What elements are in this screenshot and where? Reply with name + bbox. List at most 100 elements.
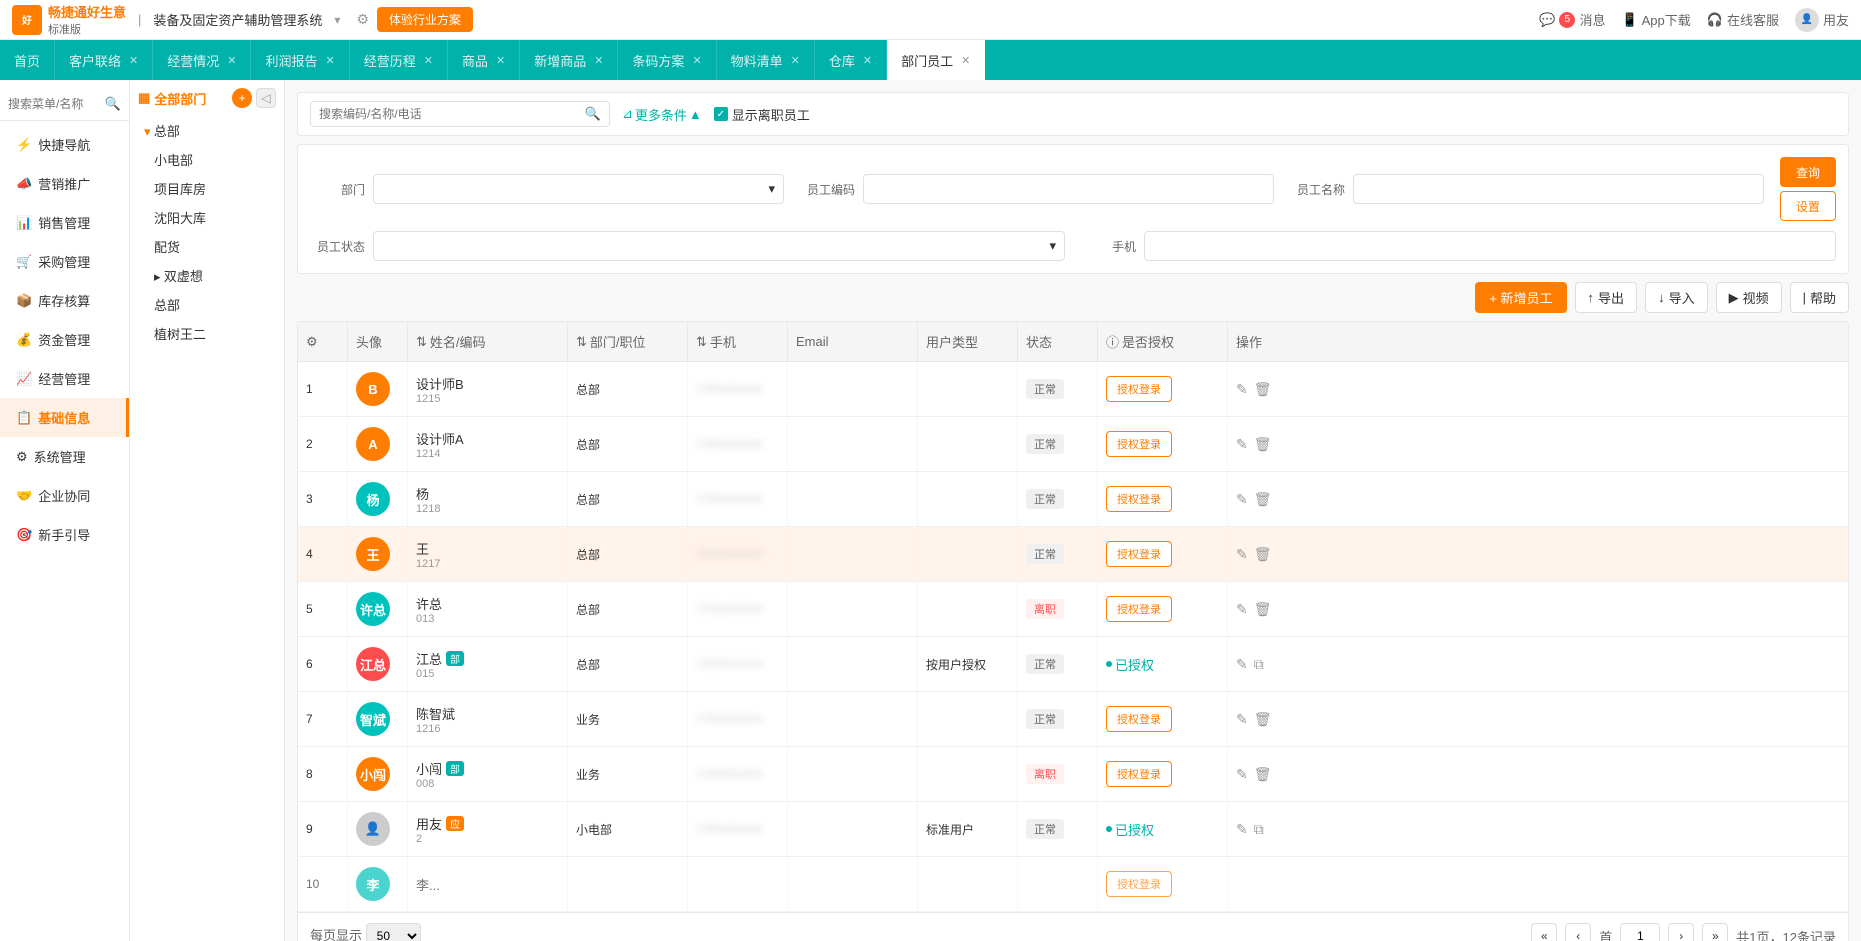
sidebar-item-nav[interactable]: ⚡ 快捷导航 — [0, 125, 129, 164]
edit-icon-3[interactable]: ✎ — [1236, 491, 1248, 508]
edit-icon-7[interactable]: ✎ — [1236, 711, 1248, 728]
sort-dept-icon[interactable]: ⇅ — [576, 334, 587, 350]
status-filter-select[interactable]: ▾ — [373, 231, 1065, 261]
tree-item-xiaodian[interactable]: 小电部 — [138, 145, 276, 174]
sidebar-item-purchase[interactable]: 🛒 采购管理 — [0, 242, 129, 281]
tree-item-zhishu[interactable]: 植树王二 — [138, 319, 276, 348]
search-input[interactable] — [319, 107, 585, 121]
export-btn[interactable]: ↑ 导出 — [1575, 282, 1638, 313]
show-resigned-toggle[interactable]: ✓ 显示离职员工 — [714, 105, 810, 124]
settings-icon[interactable]: ⚙ — [356, 11, 369, 28]
tab-customer[interactable]: 客户联络 ✕ — [55, 40, 153, 80]
tab-history[interactable]: 经营历程 ✕ — [350, 40, 448, 80]
delete-icon-7[interactable]: 🗑 — [1254, 711, 1272, 728]
prev-page-btn[interactable]: ‹ — [1565, 923, 1591, 941]
settings-btn[interactable]: 设置 — [1780, 191, 1836, 221]
tab-operations-close[interactable]: ✕ — [227, 54, 236, 67]
delete-icon-3[interactable]: 🗑 — [1254, 491, 1272, 508]
search-btn[interactable]: 查询 — [1780, 157, 1836, 187]
edit-icon-9[interactable]: ✎ — [1236, 821, 1248, 838]
tab-customer-close[interactable]: ✕ — [129, 54, 138, 67]
tree-item-shuangxu[interactable]: ▸ 双虚想 — [138, 261, 276, 290]
tab-employee[interactable]: 部门员工 ✕ — [887, 40, 985, 80]
dept-add-btn[interactable]: + — [232, 88, 252, 108]
tab-warehouse[interactable]: 仓库 ✕ — [815, 40, 887, 80]
dept-filter-select[interactable]: ▾ — [373, 174, 784, 204]
tab-barcode[interactable]: 条码方案 ✕ — [618, 40, 716, 80]
copy-icon-6[interactable]: ⧉ — [1254, 656, 1264, 673]
dept-all-label[interactable]: 全部部门 — [154, 89, 206, 108]
edit-icon-5[interactable]: ✎ — [1236, 601, 1248, 618]
sidebar-search[interactable]: 🔍 — [0, 88, 129, 121]
help-btn[interactable]: | 帮助 — [1790, 282, 1849, 313]
edit-icon-1[interactable]: ✎ — [1236, 381, 1248, 398]
tree-item-zongbu[interactable]: 总部 — [138, 290, 276, 319]
sidebar-item-inventory[interactable]: 📦 库存核算 — [0, 281, 129, 320]
tree-item-peihuo[interactable]: 配货 — [138, 232, 276, 261]
tab-profit-close[interactable]: ✕ — [326, 54, 335, 67]
tab-warehouse-close[interactable]: ✕ — [863, 54, 872, 67]
auth-btn-3[interactable]: 授权登录 — [1106, 486, 1172, 512]
search-input-wrap[interactable]: 🔍 — [310, 101, 610, 127]
tab-goods[interactable]: 商品 ✕ — [448, 40, 520, 80]
tab-goods-close[interactable]: ✕ — [496, 54, 505, 67]
video-btn[interactable]: ▶ 视频 — [1716, 282, 1782, 313]
app-download-item[interactable]: 📱 App下载 — [1621, 10, 1690, 29]
tab-history-close[interactable]: ✕ — [424, 54, 433, 67]
sidebar-item-basic[interactable]: 📋 基础信息 — [0, 398, 129, 437]
sidebar-item-system[interactable]: ⚙ 系统管理 — [0, 437, 129, 476]
show-resigned-checkbox[interactable]: ✓ — [714, 107, 728, 121]
tab-bom-close[interactable]: ✕ — [791, 54, 800, 67]
tab-profit[interactable]: 利润报告 ✕ — [251, 40, 349, 80]
auth-btn-5[interactable]: 授权登录 — [1106, 596, 1172, 622]
tree-item-project[interactable]: 项目库房 — [138, 174, 276, 203]
sidebar-item-guide[interactable]: 🎯 新手引导 — [0, 515, 129, 554]
edit-icon-2[interactable]: ✎ — [1236, 436, 1248, 453]
delete-icon-1[interactable]: 🗑 — [1254, 381, 1272, 398]
tab-operations[interactable]: 经营情况 ✕ — [153, 40, 251, 80]
tab-barcode-close[interactable]: ✕ — [692, 54, 701, 67]
sort-name-icon[interactable]: ⇅ — [416, 334, 427, 350]
auth-btn-10[interactable]: 授权登录 — [1106, 871, 1172, 897]
delete-icon-8[interactable]: 🗑 — [1254, 766, 1272, 783]
delete-icon-4[interactable]: 🗑 — [1254, 546, 1272, 563]
add-employee-btn[interactable]: + 新增员工 — [1475, 282, 1566, 313]
more-conditions-btn[interactable]: ⊿ 更多条件 ▲ — [622, 105, 702, 124]
page-size-select[interactable]: 50 100 200 — [366, 923, 421, 941]
settings-col-icon[interactable]: ⚙ — [306, 334, 318, 350]
sidebar-search-input[interactable] — [8, 97, 105, 111]
auth-btn-4[interactable]: 授权登录 — [1106, 541, 1172, 567]
last-page-btn[interactable]: » — [1702, 923, 1728, 941]
tab-new-goods[interactable]: 新增商品 ✕ — [520, 40, 618, 80]
employee-code-input[interactable] — [863, 174, 1274, 204]
import-btn[interactable]: ↓ 导入 — [1645, 282, 1708, 313]
tab-employee-close[interactable]: ✕ — [961, 54, 970, 67]
dept-collapse-btn[interactable]: ◁ — [256, 88, 276, 108]
auth-btn-7[interactable]: 授权登录 — [1106, 706, 1172, 732]
auth-btn-1[interactable]: 授权登录 — [1106, 376, 1172, 402]
sidebar-item-collab[interactable]: 🤝 企业协同 — [0, 476, 129, 515]
sidebar-item-business[interactable]: 📈 经营管理 — [0, 359, 129, 398]
sidebar-item-finance[interactable]: 💰 资金管理 — [0, 320, 129, 359]
delete-icon-2[interactable]: 🗑 — [1254, 436, 1272, 453]
sort-phone-icon[interactable]: ⇅ — [696, 334, 707, 350]
auth-btn-8[interactable]: 授权登录 — [1106, 761, 1172, 787]
edit-icon-6[interactable]: ✎ — [1236, 656, 1248, 673]
sidebar-item-sales[interactable]: 📊 销售管理 — [0, 203, 129, 242]
tree-item-headquarters[interactable]: ▾ 总部 — [138, 116, 276, 145]
tab-new-goods-close[interactable]: ✕ — [594, 54, 603, 67]
edit-icon-4[interactable]: ✎ — [1236, 546, 1248, 563]
auth-btn-2[interactable]: 授权登录 — [1106, 431, 1172, 457]
message-icon-item[interactable]: 💬 5 消息 — [1539, 10, 1605, 29]
phone-filter-input[interactable] — [1144, 231, 1836, 261]
user-item[interactable]: 👤 用友 — [1795, 8, 1849, 32]
tree-item-shenyang[interactable]: 沈阳大库 — [138, 203, 276, 232]
delete-icon-5[interactable]: 🗑 — [1254, 601, 1272, 618]
page-input[interactable] — [1620, 923, 1660, 941]
first-page-btn[interactable]: « — [1531, 923, 1557, 941]
trial-btn[interactable]: 体验行业方案 — [377, 7, 473, 32]
edit-icon-8[interactable]: ✎ — [1236, 766, 1248, 783]
copy-icon-9[interactable]: ⧉ — [1254, 821, 1264, 838]
next-page-btn[interactable]: › — [1668, 923, 1694, 941]
tab-bom[interactable]: 物料清单 ✕ — [717, 40, 815, 80]
